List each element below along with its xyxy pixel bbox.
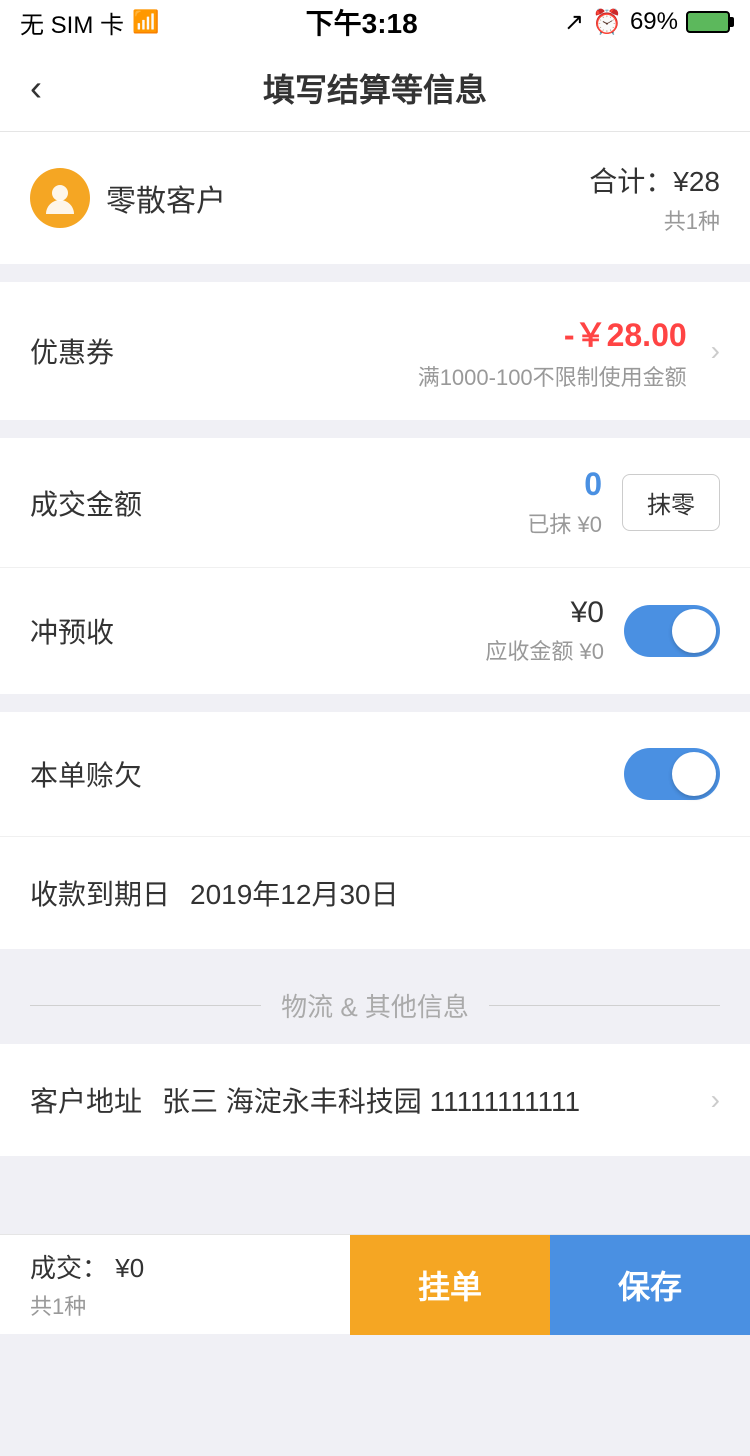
address-row[interactable]: 客户地址 张三 海淀永丰科技园 11111111111 ›	[0, 1044, 750, 1156]
wifi-icon: 📶	[132, 9, 159, 35]
prepaid-sub: 应收金额 ¥0	[485, 634, 604, 666]
customer-avatar	[30, 168, 90, 228]
prepaid-row: 冲预收 ¥0 应收金额 ¥0	[0, 567, 750, 694]
debt-toggle-knob	[672, 752, 716, 796]
due-date-label: 收款到期日	[30, 873, 170, 913]
total-amount: 合计：¥28	[589, 160, 720, 200]
due-date-row: 收款到期日 2019年12月30日	[0, 836, 750, 949]
avatar-icon	[42, 180, 78, 216]
battery-icon	[686, 11, 730, 33]
bottom-deal: 成交： ¥0	[30, 1248, 320, 1285]
bottom-deal-amount: ¥0	[115, 1253, 144, 1283]
transaction-value-wrap: 0 已抹 ¥0	[527, 466, 602, 539]
bottom-summary: 成交： ¥0 共1种	[0, 1248, 350, 1321]
prepaid-amount-wrap: ¥0 应收金额 ¥0	[485, 596, 604, 666]
total-count: 共1种	[589, 204, 720, 236]
location-icon: ↗	[564, 8, 584, 37]
coupon-right: -￥28.00 满1000-100不限制使用金额 ›	[418, 310, 720, 392]
customer-section: 零散客户 合计：¥28 共1种	[0, 132, 750, 264]
status-right: ↗ ⏰ 69%	[564, 8, 730, 37]
customer-row: 零散客户 合计：¥28 共1种	[0, 132, 750, 264]
customer-left: 零散客户	[30, 168, 226, 228]
bottom-count: 共1种	[30, 1289, 320, 1321]
nav-bar: ‹ 填写结算等信息	[0, 44, 750, 132]
prepaid-right: ¥0 应收金额 ¥0	[485, 596, 720, 666]
divider-3	[0, 694, 750, 712]
prepaid-amount: ¥0	[485, 596, 604, 630]
transaction-sub: 已抹 ¥0	[527, 507, 602, 539]
transaction-right: 0 已抹 ¥0 抹零	[527, 466, 720, 539]
logistics-label: 物流 & 其他信息	[281, 987, 469, 1024]
coupon-desc: 满1000-100不限制使用金额	[418, 360, 687, 392]
bottom-deal-label: 成交：	[30, 1253, 108, 1283]
address-section: 客户地址 张三 海淀永丰科技园 11111111111 ›	[0, 1044, 750, 1156]
address-left: 客户地址 张三 海淀永丰科技园 11111111111	[30, 1080, 580, 1120]
coupon-label: 优惠券	[30, 331, 114, 371]
divider-1	[0, 264, 750, 282]
due-date-value: 2019年12月30日	[190, 873, 399, 913]
prepaid-toggle[interactable]	[624, 605, 720, 657]
chevron-right-icon: ›	[711, 335, 720, 367]
debt-row: 本单赊欠	[0, 712, 750, 836]
battery-percent: 69%	[630, 8, 678, 36]
transaction-section: 成交金额 0 已抹 ¥0 抹零 冲预收 ¥0 应收金额 ¥0	[0, 438, 750, 694]
save-button[interactable]: 保存	[550, 1235, 750, 1335]
debt-label: 本单赊欠	[30, 754, 142, 794]
hold-button[interactable]: 挂单	[350, 1235, 550, 1335]
divider-2	[0, 420, 750, 438]
toggle-knob	[672, 609, 716, 653]
coupon-wrap: -￥28.00 满1000-100不限制使用金额	[418, 310, 687, 392]
customer-right: 合计：¥28 共1种	[589, 160, 720, 236]
divider-4	[0, 949, 750, 967]
bottom-bar: 成交： ¥0 共1种 挂单 保存	[0, 1234, 750, 1334]
alarm-icon: ⏰	[592, 8, 622, 37]
divider-line-right	[489, 1005, 720, 1006]
carrier-text: 无 SIM 卡	[20, 5, 124, 40]
prepaid-label: 冲预收	[30, 611, 114, 651]
address-chevron-icon: ›	[711, 1084, 720, 1116]
status-bar: 无 SIM 卡 📶 下午3:18 ↗ ⏰ 69%	[0, 0, 750, 44]
transaction-value: 0	[527, 466, 602, 503]
transaction-label: 成交金额	[30, 483, 142, 523]
status-time: 下午3:18	[306, 2, 418, 42]
debt-section: 本单赊欠 收款到期日 2019年12月30日	[0, 712, 750, 949]
address-label: 客户地址	[30, 1080, 142, 1120]
logistics-header: 物流 & 其他信息	[0, 967, 750, 1044]
round-zero-button[interactable]: 抹零	[622, 474, 720, 531]
address-value: 张三 海淀永丰科技园 11111111111	[162, 1080, 580, 1120]
coupon-row[interactable]: 优惠券 -￥28.00 满1000-100不限制使用金额 ›	[0, 282, 750, 420]
debt-toggle[interactable]	[624, 748, 720, 800]
coupon-section: 优惠券 -￥28.00 满1000-100不限制使用金额 ›	[0, 282, 750, 420]
coupon-discount: -￥28.00	[418, 310, 687, 356]
page-title: 填写结算等信息	[263, 65, 487, 111]
customer-name: 零散客户	[106, 176, 226, 220]
transaction-row: 成交金额 0 已抹 ¥0 抹零	[0, 438, 750, 567]
back-button[interactable]: ‹	[30, 57, 52, 119]
logistics-divider: 物流 & 其他信息	[30, 987, 720, 1024]
divider-line-left	[30, 1005, 261, 1006]
status-left: 无 SIM 卡 📶	[20, 5, 159, 40]
